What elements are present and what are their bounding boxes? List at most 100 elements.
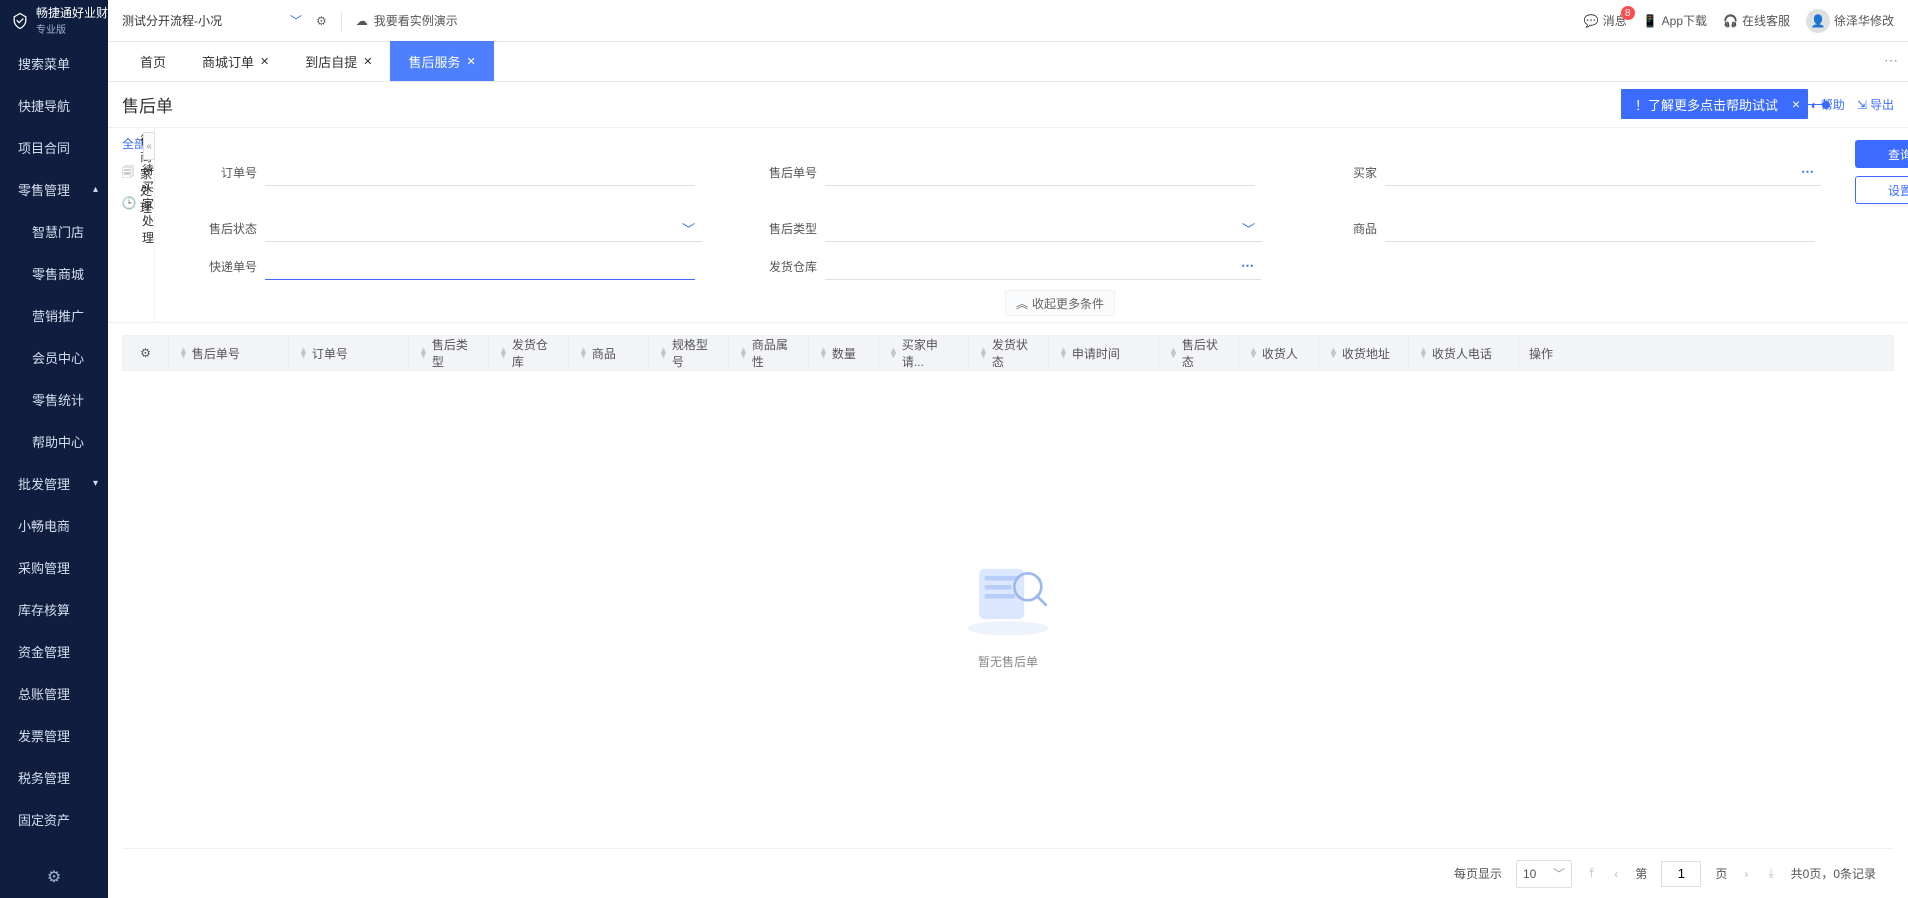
tab[interactable]: 售后服务✕ bbox=[390, 41, 493, 81]
sidebar-item[interactable]: 固定资产 bbox=[0, 798, 108, 840]
page-title: 售后单 bbox=[122, 92, 173, 117]
sidebar-item[interactable]: 搜索菜单 bbox=[0, 42, 108, 84]
first-page-button[interactable]: ⤒ bbox=[1586, 866, 1597, 881]
sidebar-item[interactable]: 智慧门店 bbox=[0, 210, 108, 252]
column-header[interactable]: ▲▼申请时间 bbox=[1049, 336, 1159, 370]
messages-button[interactable]: 💬 消息 8 bbox=[1584, 12, 1627, 29]
buyer-input[interactable] bbox=[1385, 158, 1821, 186]
sort-icon: ▲▼ bbox=[1249, 348, 1258, 358]
help-tip[interactable]: ！了解更多点击帮助试试 × bbox=[1621, 89, 1808, 119]
column-header[interactable]: 操作 bbox=[1519, 336, 1629, 370]
column-header[interactable]: ▲▼售后类型 bbox=[409, 336, 489, 370]
chevron-down-icon: ﹀ bbox=[290, 12, 302, 29]
column-header[interactable]: ▲▼发货仓库 bbox=[489, 336, 569, 370]
sidebar-item[interactable]: 税务管理 bbox=[0, 756, 108, 798]
sidebar-item[interactable]: 库存核算 bbox=[0, 588, 108, 630]
avatar: 👤 bbox=[1806, 9, 1830, 33]
user-name: 徐泽华修改 bbox=[1834, 12, 1894, 29]
sort-icon: ▲▼ bbox=[659, 348, 668, 358]
sidebar-item[interactable]: 零售商城 bbox=[0, 252, 108, 294]
sidebar-item[interactable]: 总账管理 bbox=[0, 672, 108, 714]
sort-icon: ▲▼ bbox=[889, 348, 898, 358]
tabs-overflow[interactable]: ⋯ bbox=[1884, 52, 1898, 69]
type-select[interactable] bbox=[825, 214, 1262, 242]
column-header[interactable]: ▲▼售后状态 bbox=[1159, 336, 1239, 370]
tab[interactable]: 到店自提✕ bbox=[287, 41, 390, 81]
goods-input[interactable] bbox=[1385, 214, 1815, 242]
tab[interactable]: 商城订单✕ bbox=[184, 41, 287, 81]
export-link[interactable]: ⇲ 导出 bbox=[1857, 96, 1894, 113]
chevron-down-icon[interactable]: ﹀ bbox=[1242, 219, 1255, 238]
close-icon[interactable]: ✕ bbox=[260, 55, 269, 68]
divider bbox=[341, 11, 342, 31]
gear-icon[interactable]: ⚙ bbox=[316, 14, 327, 28]
column-header[interactable]: ▲▼发货状态 bbox=[969, 336, 1049, 370]
more-icon[interactable]: ⋯ bbox=[1241, 258, 1255, 274]
express-input[interactable] bbox=[265, 252, 695, 280]
customer-service-button[interactable]: 🎧 在线客服 bbox=[1723, 12, 1790, 29]
prev-page-button[interactable]: ‹ bbox=[1611, 867, 1621, 881]
column-settings-button[interactable]: ⚙ bbox=[123, 336, 169, 370]
collapse-sidebar-button[interactable]: « bbox=[143, 132, 155, 160]
close-icon[interactable]: ✕ bbox=[467, 55, 476, 68]
query-button[interactable]: 查询 bbox=[1855, 140, 1908, 168]
label-order-no: 订单号 bbox=[175, 164, 265, 181]
table-header: ⚙ ▲▼售后单号▲▼订单号▲▼售后类型▲▼发货仓库▲▼商品▲▼规格型号▲▼商品属… bbox=[122, 335, 1894, 371]
sidebar-item[interactable]: 快捷导航 bbox=[0, 84, 108, 126]
sidebar-item[interactable]: 批发管理▾ bbox=[0, 462, 108, 504]
sidebar-item[interactable]: 发票管理 bbox=[0, 714, 108, 756]
page-size-select[interactable]: 10 ﹀ bbox=[1516, 860, 1572, 888]
sidebar-item[interactable]: 项目合同 bbox=[0, 126, 108, 168]
workspace-select[interactable]: 测试分开流程-小况 ﹀ bbox=[122, 12, 302, 29]
label-warehouse: 发货仓库 bbox=[735, 258, 825, 275]
next-page-button[interactable]: › bbox=[1741, 867, 1751, 881]
sidebar-item[interactable]: 工资 bbox=[0, 840, 108, 856]
column-header[interactable]: ▲▼数量 bbox=[809, 336, 879, 370]
status-select[interactable] bbox=[265, 214, 702, 242]
column-header[interactable]: ▲▼收货人 bbox=[1239, 336, 1319, 370]
tab[interactable]: 首页 bbox=[122, 41, 184, 81]
sort-icon: ▲▼ bbox=[1419, 348, 1428, 358]
sidebar-item[interactable]: 小畅电商 bbox=[0, 504, 108, 546]
brand-edition: 专业版 bbox=[36, 21, 108, 36]
column-header[interactable]: ▲▼收货地址 bbox=[1319, 336, 1409, 370]
page-header: 售后单 ！了解更多点击帮助试试 × ◐ 帮助 ⇲ 导出 bbox=[108, 82, 1908, 128]
close-icon[interactable]: ✕ bbox=[363, 55, 372, 68]
after-no-input[interactable] bbox=[825, 158, 1255, 186]
user-menu[interactable]: 👤 徐泽华修改 bbox=[1806, 9, 1894, 33]
sidebar-item[interactable]: 资金管理 bbox=[0, 630, 108, 672]
doc-icon: 🗐 bbox=[122, 166, 134, 180]
column-header[interactable]: ▲▼售后单号 bbox=[169, 336, 289, 370]
column-header[interactable]: ▲▼商品属性 bbox=[729, 336, 809, 370]
close-icon[interactable]: × bbox=[1792, 96, 1800, 112]
chevron-down-icon[interactable]: ﹀ bbox=[682, 219, 695, 238]
column-header[interactable]: ▲▼订单号 bbox=[289, 336, 409, 370]
page-number-input[interactable] bbox=[1661, 861, 1701, 887]
warehouse-input[interactable] bbox=[825, 252, 1261, 280]
sort-icon: ▲▼ bbox=[579, 348, 588, 358]
app-download-button[interactable]: 📱 App下载 bbox=[1643, 12, 1707, 29]
sidebar-item[interactable]: 零售统计 bbox=[0, 378, 108, 420]
column-header[interactable]: ▲▼商品 bbox=[569, 336, 649, 370]
column-header[interactable]: ▲▼买家申请... bbox=[879, 336, 969, 370]
sidebar-item[interactable]: 会员中心 bbox=[0, 336, 108, 378]
settings-icon[interactable]: ⚙ bbox=[47, 867, 61, 887]
help-link[interactable]: ◐ 帮助 bbox=[1811, 96, 1845, 113]
filter-tab-buyer[interactable]: 🕒 待买家处理 bbox=[108, 188, 154, 218]
sidebar-item[interactable]: 采购管理 bbox=[0, 546, 108, 588]
demo-link[interactable]: ☁ 我要看实例演示 bbox=[356, 12, 458, 29]
settings-button[interactable]: 设置 bbox=[1855, 176, 1908, 204]
order-no-input[interactable] bbox=[265, 158, 695, 186]
demo-label: 我要看实例演示 bbox=[374, 12, 458, 29]
more-icon[interactable]: ⋯ bbox=[1801, 164, 1815, 180]
last-page-button[interactable]: ⤓ bbox=[1765, 866, 1776, 881]
column-header[interactable]: ▲▼规格型号 bbox=[649, 336, 729, 370]
column-header[interactable]: ▲▼收货人电话 bbox=[1409, 336, 1519, 370]
sidebar-item[interactable]: 零售管理▴ bbox=[0, 168, 108, 210]
cloud-icon: ☁ bbox=[356, 14, 368, 28]
label-goods: 商品 bbox=[1295, 220, 1385, 237]
collapse-filters-button[interactable]: ︽ 收起更多条件 bbox=[1005, 290, 1115, 316]
sidebar-item[interactable]: 帮助中心 bbox=[0, 420, 108, 462]
sidebar-item[interactable]: 营销推广 bbox=[0, 294, 108, 336]
workspace-name: 测试分开流程-小况 bbox=[122, 12, 222, 29]
